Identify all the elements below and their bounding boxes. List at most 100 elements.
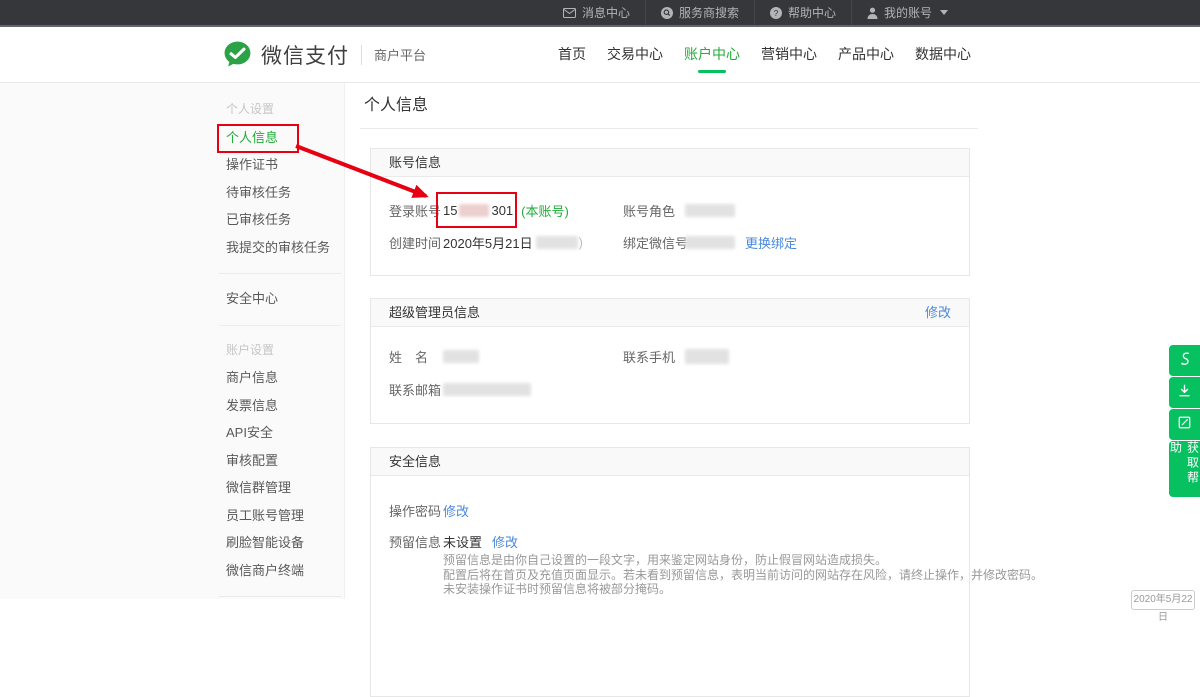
admin-info-edit-link[interactable]: 修改: [925, 299, 951, 326]
date-tooltip: 2020年5月22日: [1131, 590, 1195, 610]
mail-icon: [563, 8, 576, 18]
help-center-menu-item[interactable]: ? 帮助中心: [754, 0, 851, 25]
rebind-wechat-link[interactable]: 更换绑定: [745, 233, 797, 252]
top-utility-bar: 消息中心 服务商搜索 ? 帮助中心 我的账号: [0, 0, 1200, 27]
login-account-row: 登录账号 15 301 (本账号): [389, 201, 569, 219]
reserved-info-row: 预留信息 未设置 修改: [389, 532, 518, 550]
sidebar-item-invoice-info[interactable]: 发票信息: [226, 392, 344, 420]
admin-info-title: 超级管理员信息: [389, 305, 480, 320]
login-account-suffix: 301: [491, 203, 513, 218]
admin-phone-row: 联系手机: [623, 347, 729, 365]
feedback-button[interactable]: [1169, 409, 1200, 440]
feedback-edit-icon: [1177, 415, 1192, 435]
get-help-button[interactable]: 获取帮助: [1169, 441, 1200, 497]
sidebar-section-personal-settings: 个人设置: [226, 96, 344, 124]
operation-password-edit-link[interactable]: 修改: [443, 501, 469, 520]
top-utility-menu: 消息中心 服务商搜索 ? 帮助中心 我的账号: [548, 0, 963, 25]
nav-transaction-center[interactable]: 交易中心: [605, 27, 665, 82]
sidebar-item-wechat-group-management[interactable]: 微信群管理: [226, 474, 344, 502]
sidebar-divider: [226, 584, 344, 608]
portal-name: 商户平台: [374, 45, 426, 64]
bound-wechat-row: 绑定微信号 更换绑定: [623, 233, 797, 251]
created-time-row: 创建时间 2020年5月21日 ): [389, 233, 583, 251]
created-time-tail: ): [579, 235, 583, 250]
reserved-info-status: 未设置: [443, 532, 482, 551]
sidebar-divider: [226, 313, 344, 337]
sidebar-item-staff-account-management[interactable]: 员工账号管理: [226, 502, 344, 530]
brand-block: 微信支付 商户平台: [222, 39, 426, 70]
help-center-label: 帮助中心: [788, 4, 836, 21]
sidebar-item-reviewed-tasks[interactable]: 已审核任务: [226, 206, 344, 234]
main-content: 个人信息 账号信息 登录账号 15 301 (本账号) 账号角色 创建时间 20…: [345, 82, 1200, 599]
sidebar-item-api-security[interactable]: API安全: [226, 419, 344, 447]
my-account-label: 我的账号: [884, 4, 932, 21]
service-provider-search-menu-item[interactable]: 服务商搜索: [645, 0, 754, 25]
my-account-menu-item[interactable]: 我的账号: [851, 0, 963, 25]
message-center-label: 消息中心: [582, 4, 630, 21]
title-divider: [360, 128, 978, 129]
service-provider-search-label: 服务商搜索: [679, 4, 739, 21]
brand-separator: [361, 45, 362, 65]
search-icon: [661, 7, 673, 19]
bound-wechat-label: 绑定微信号: [623, 233, 685, 252]
sidebar-item-my-submitted-review-tasks[interactable]: 我提交的审核任务: [226, 234, 344, 262]
sidebar-item-security-center[interactable]: 安全中心: [226, 285, 344, 313]
login-account-prefix: 15: [443, 203, 457, 218]
redacted-login-digits: [459, 204, 489, 217]
reserved-info-label: 预留信息: [389, 532, 443, 551]
sidebar: 个人设置 个人信息 操作证书 待审核任务 已审核任务 我提交的审核任务 安全中心…: [0, 82, 345, 599]
brand-name: 微信支付: [261, 40, 349, 70]
login-account-label: 登录账号: [389, 201, 443, 220]
user-icon: [867, 7, 878, 19]
nav-product-center[interactable]: 产品中心: [836, 27, 896, 82]
chevron-down-icon: [940, 10, 948, 15]
reserved-info-edit-link[interactable]: 修改: [492, 532, 518, 551]
security-info-title: 安全信息: [389, 454, 441, 469]
created-time-value: 2020年5月21日: [443, 233, 533, 252]
nav-data-center[interactable]: 数据中心: [913, 27, 973, 82]
download-button[interactable]: [1169, 377, 1200, 408]
current-account-note: (本账号): [521, 201, 569, 220]
security-info-card: 安全信息 操作密码 修改 预留信息 未设置 修改 预留信息是由你自己设置的一段文…: [370, 447, 970, 697]
account-info-card: 账号信息 登录账号 15 301 (本账号) 账号角色 创建时间 2020年5月…: [370, 148, 970, 276]
sidebar-item-operation-certificate[interactable]: 操作证书: [226, 151, 344, 179]
redacted-wechat-id: [685, 236, 735, 249]
sidebar-item-review-config[interactable]: 审核配置: [226, 447, 344, 475]
reserved-info-desc-line2: 配置后将在首页及充值页面显示。若未看到预留信息，表明当前访问的网站存在风险，请终…: [443, 568, 1043, 583]
main-nav: 首页 交易中心 账户中心 营销中心 产品中心 数据中心: [556, 27, 973, 82]
redacted-admin-email: [443, 383, 531, 396]
nav-home[interactable]: 首页: [556, 27, 588, 82]
account-info-title: 账号信息: [389, 155, 441, 170]
admin-email-row: 联系邮箱: [389, 380, 531, 398]
site-header: 微信支付 商户平台 首页 交易中心 账户中心 营销中心 产品中心 数据中心: [0, 27, 1200, 83]
download-icon: [1177, 383, 1192, 403]
nav-account-center[interactable]: 账户中心: [682, 27, 742, 82]
admin-name-row: 姓 名: [389, 347, 479, 365]
redacted-account-role: [685, 204, 735, 217]
redacted-created-detail: [536, 236, 578, 249]
page-title: 个人信息: [364, 91, 428, 115]
admin-email-label: 联系邮箱: [389, 380, 443, 399]
svg-text:?: ?: [774, 8, 779, 18]
nav-marketing-center[interactable]: 营销中心: [759, 27, 819, 82]
account-role-row: 账号角色: [623, 201, 735, 219]
reserved-info-desc-line1: 预留信息是由你自己设置的一段文字，用来鉴定网站身份，防止假冒网站造成损失。: [443, 553, 1043, 568]
sidebar-item-merchant-info[interactable]: 商户信息: [226, 364, 344, 392]
redacted-admin-name: [443, 350, 479, 363]
reserved-info-description: 预留信息是由你自己设置的一段文字，用来鉴定网站身份，防止假冒网站造成损失。 配置…: [443, 553, 1043, 597]
sidebar-section-account-settings: 账户设置: [226, 337, 344, 365]
sidebar-item-wechat-merchant-terminal[interactable]: 微信商户终端: [226, 557, 344, 585]
sidebar-item-personal-info[interactable]: 个人信息: [226, 124, 344, 152]
sidebar-item-face-recognition-device[interactable]: 刷脸智能设备: [226, 529, 344, 557]
account-info-card-header: 账号信息: [371, 149, 969, 177]
sidebar-item-pending-review-tasks[interactable]: 待审核任务: [226, 179, 344, 207]
admin-info-card-header: 超级管理员信息 修改: [371, 299, 969, 327]
hotline-button[interactable]: [1169, 345, 1200, 376]
wechat-pay-logo: [222, 39, 253, 70]
floating-help-widget: 获取帮助: [1169, 345, 1200, 497]
message-center-menu-item[interactable]: 消息中心: [548, 0, 645, 25]
get-help-label: 获取帮助: [1168, 441, 1200, 497]
created-time-label: 创建时间: [389, 233, 443, 252]
sidebar-divider: [226, 261, 344, 285]
account-role-label: 账号角色: [623, 201, 685, 220]
